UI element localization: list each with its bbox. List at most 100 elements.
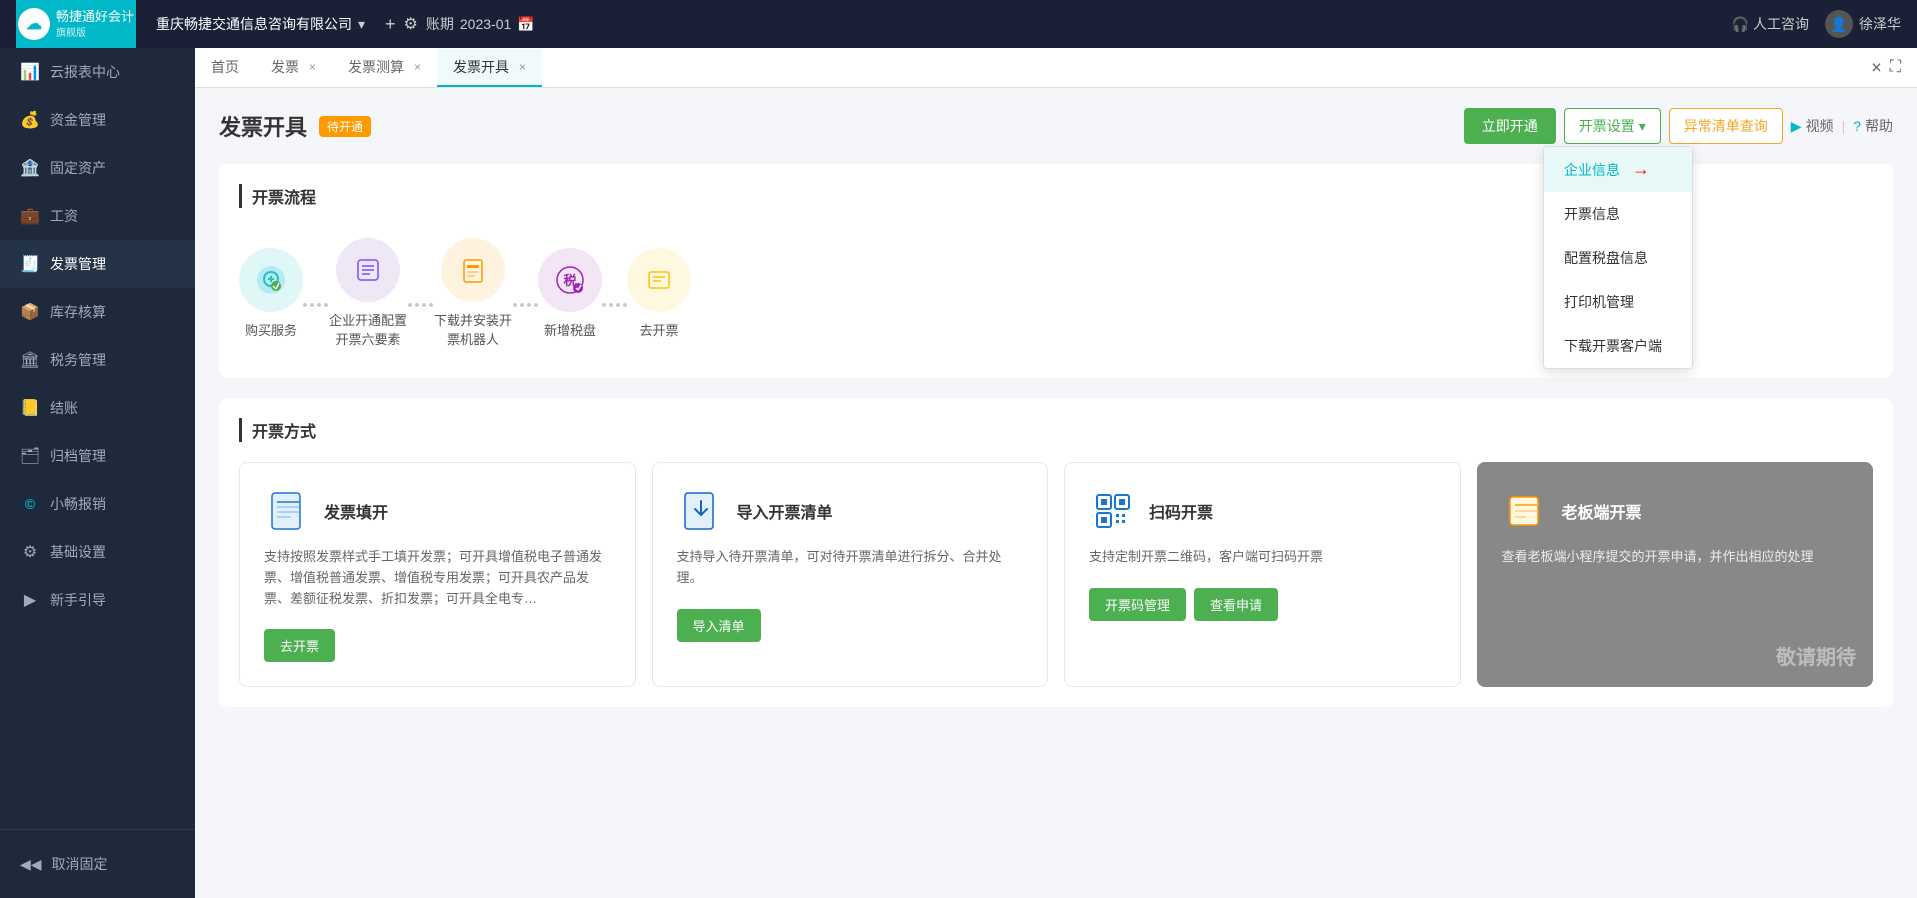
sidebar-label-fund: 资金管理 [50,110,106,130]
flow-connector-3 [513,279,538,307]
invoice-icon: 🧾 [20,254,40,274]
tab-invoice[interactable]: 发票 × [255,49,332,87]
method-title-boss: 老板端开票 [1562,499,1642,523]
dropdown-company-info-label: 企业信息 [1564,162,1620,178]
page-title-row: 发票开具 待开通 [219,110,371,142]
xiaochang-icon: © [20,494,40,514]
method-icon-import [677,487,725,535]
tab-home[interactable]: 首页 [195,49,255,87]
status-badge: 待开通 [319,116,371,137]
video-btn[interactable]: ▶ 视频 [1791,116,1834,136]
dropdown-invoice-info[interactable]: 开票信息 [1544,192,1692,236]
page-header: 发票开具 待开通 立即开通 开票设置 ▾ 异常清单查询 ▶ 视频 [219,108,1893,144]
abnormal-btn[interactable]: 异常清单查询 [1669,108,1783,144]
method-card-import: 导入开票清单 支持导入待开票清单，可对待开票清单进行拆分、合并处理。 导入清单 [652,462,1049,687]
dropdown-tax-disk[interactable]: 配置税盘信息 [1544,236,1692,280]
method-card-boss: 老板端开票 查看老板端小程序提交的开票申请，并作出相应的处理 敬请期待 [1477,462,1874,687]
period-info: 账期 2023-01 📅 [426,14,535,34]
logo[interactable]: ☁ 畅捷通好会计 旗舰版 [16,0,136,48]
user-info[interactable]: 👤 徐泽华 [1825,10,1901,38]
sidebar-item-account[interactable]: 📒 结账 [0,384,195,432]
sidebar-label-archive: 归档管理 [50,446,106,466]
settings-btn-label: 开票设置 [1579,116,1635,136]
flow-step-4: 税 新增税盘 [538,248,602,339]
main-area: 📊 云报表中心 💰 资金管理 🏦 固定资产 💼 工资 🧾 发票管理 [0,48,1917,898]
settings-icon[interactable]: ⚙ [404,14,418,34]
close-all-tabs-btn[interactable]: × [1871,57,1882,78]
sidebar-label-assets: 固定资产 [50,158,106,178]
sidebar-item-guide[interactable]: ▶ 新手引导 [0,576,195,624]
sidebar-item-fund[interactable]: 💰 资金管理 [0,96,195,144]
tab-invoice-calc-close[interactable]: × [414,60,421,74]
sidebar-item-invoice[interactable]: 🧾 发票管理 [0,240,195,288]
flow-step-4-label: 新增税盘 [544,320,596,339]
add-company-icon[interactable]: + [385,14,396,35]
payroll-icon: 💼 [20,206,40,226]
company-selector[interactable]: 重庆畅捷交通信息咨询有限公司 ▾ [144,14,377,34]
cancel-pin-btn[interactable]: ◀◀ 取消固定 [0,840,195,888]
scan-view-btn[interactable]: 查看申请 [1194,588,1278,621]
tab-invoice-calc[interactable]: 发票测算 × [332,49,437,87]
import-list-btn[interactable]: 导入清单 [677,609,761,642]
expand-btn[interactable]: ⛶ [1890,57,1901,78]
play-icon: ▶ [1791,118,1802,135]
methods-section-title: 开票方式 [239,418,1873,442]
sidebar-item-settings[interactable]: ⚙ 基础设置 [0,528,195,576]
sidebar-item-cloud-report[interactable]: 📊 云报表中心 [0,48,195,96]
red-arrow-icon: → [1632,159,1650,180]
method-desc-manual: 支持按照发票样式手工填开发票；可开具增值税电子普通发票、增值税普通发票、增值税专… [264,547,611,609]
method-actions-manual: 去开票 [264,629,611,662]
user-name: 徐泽华 [1859,14,1901,34]
flow-step-5-icon [627,248,691,312]
sidebar-item-tax[interactable]: 🏛 税务管理 [0,336,195,384]
tab-invoice-open[interactable]: 发票开具 × [437,49,542,87]
sidebar-label-cloud-report: 云报表中心 [50,62,120,82]
flow-step-4-icon: 税 [538,248,602,312]
video-label: 视频 [1806,116,1834,136]
tab-invoice-close[interactable]: × [309,60,316,74]
sidebar-item-assets[interactable]: 🏦 固定资产 [0,144,195,192]
flow-step-1: 购买服务 [239,248,303,339]
page-actions: 立即开通 开票设置 ▾ 异常清单查询 ▶ 视频 | ? [1464,108,1893,144]
tab-bar: 首页 发票 × 发票测算 × 发票开具 × × ⛶ [195,48,1917,88]
sidebar-label-account: 结账 [50,398,78,418]
sidebar-label-settings: 基础设置 [50,542,106,562]
method-header-import: 导入开票清单 [677,487,1024,535]
dropdown-company-info[interactable]: 企业信息 → [1544,147,1692,192]
tax-icon: 🏛 [20,350,40,370]
scan-manage-btn[interactable]: 开票码管理 [1089,588,1186,621]
method-title-manual: 发票填开 [324,499,388,523]
question-icon: ? [1853,118,1861,134]
flow-step-3: 下载并安装开票机器人 [433,238,513,348]
cloud-report-icon: 📊 [20,62,40,82]
flow-step-2-label: 企业开通配置开票六要素 [328,310,408,348]
headset-icon: 🎧 [1732,16,1749,33]
method-icon-manual [264,487,312,535]
consultant-btn[interactable]: 🎧 人工咨询 [1732,14,1809,34]
dropdown-download-client-label: 下载开票客户端 [1564,338,1662,354]
sidebar-item-xiaochang[interactable]: © 小畅报销 [0,480,195,528]
sidebar-item-archive[interactable]: 🗂 归档管理 [0,432,195,480]
logo-title: 畅捷通好会计 [56,9,134,25]
method-icon-scan [1089,487,1137,535]
tab-invoice-label: 发票 [271,57,299,77]
settings-btn[interactable]: 开票设置 ▾ [1564,108,1661,144]
chevron-down-icon-settings: ▾ [1639,118,1646,135]
calendar-icon[interactable]: 📅 [517,16,534,33]
dropdown-printer[interactable]: 打印机管理 [1544,280,1692,324]
logo-text-block: 畅捷通好会计 旗舰版 [56,9,134,40]
activate-btn[interactable]: 立即开通 [1464,108,1556,144]
company-name: 重庆畅捷交通信息咨询有限公司 [156,14,352,34]
logo-icon: ☁ [18,8,50,40]
flow-connector-2 [408,279,433,307]
sidebar-item-payroll[interactable]: 💼 工资 [0,192,195,240]
settings-dropdown: 企业信息 → 开票信息 配置税盘信息 打印机管理 [1543,146,1693,369]
top-bar-right: 🎧 人工咨询 👤 徐泽华 [1732,10,1901,38]
sidebar: 📊 云报表中心 💰 资金管理 🏦 固定资产 💼 工资 🧾 发票管理 [0,48,195,898]
manual-go-btn[interactable]: 去开票 [264,629,335,662]
flow-step-5-label: 去开票 [639,320,678,339]
help-btn[interactable]: ? 帮助 [1853,116,1893,136]
sidebar-item-inventory[interactable]: 📦 库存核算 [0,288,195,336]
tab-invoice-open-close[interactable]: × [519,60,526,74]
dropdown-download-client[interactable]: 下载开票客户端 [1544,324,1692,368]
